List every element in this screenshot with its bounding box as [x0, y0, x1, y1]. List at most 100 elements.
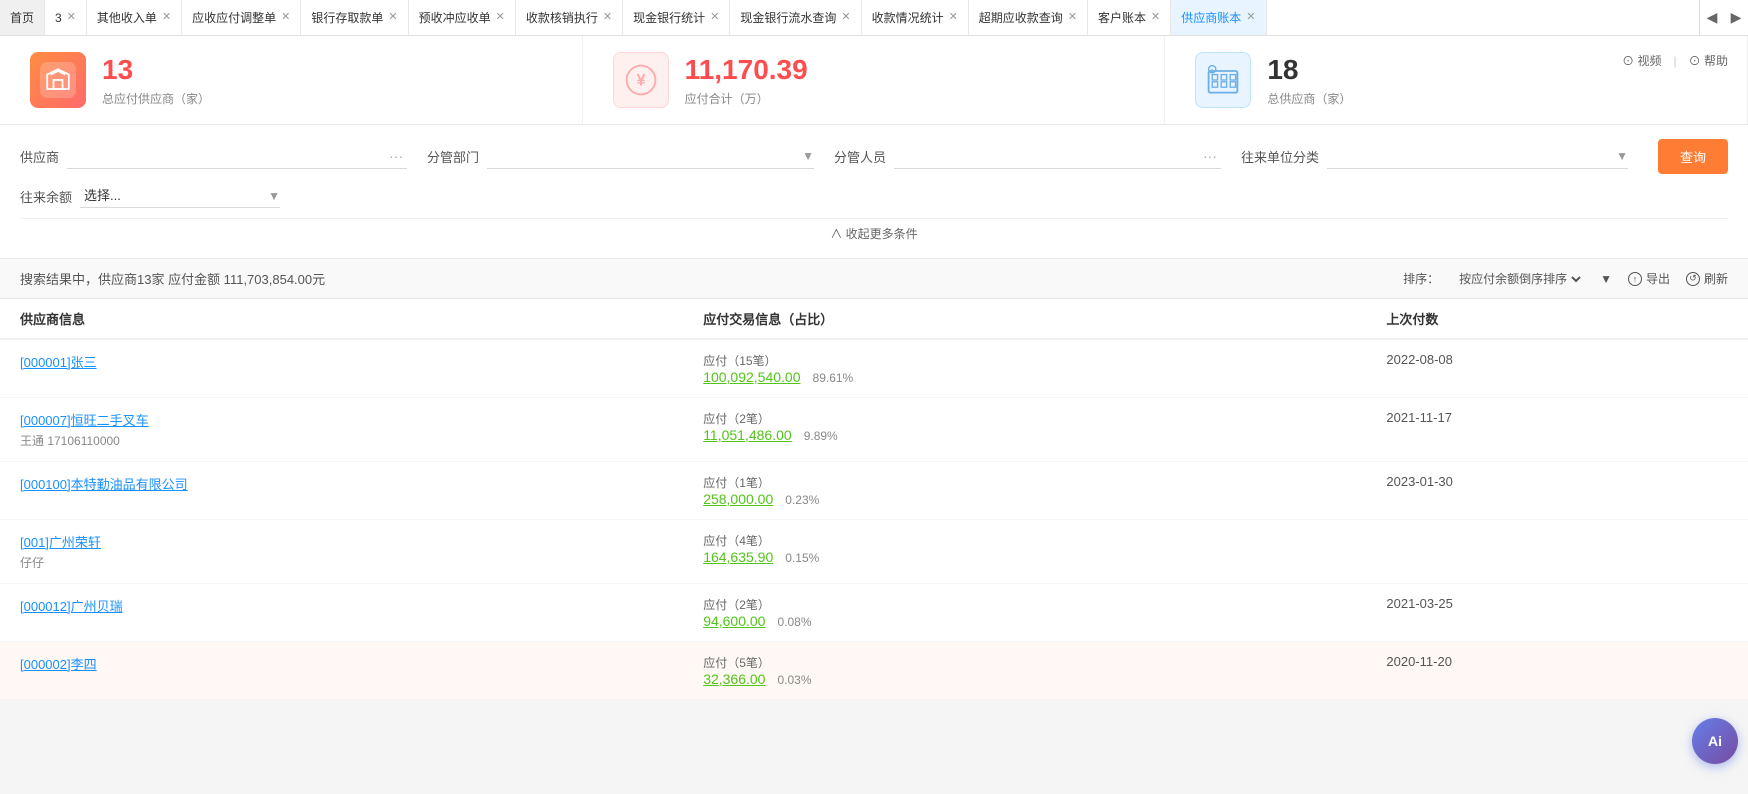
supplier-link[interactable]: [000001]张三 — [20, 355, 97, 370]
total-suppliers-value: 18 — [1267, 53, 1351, 87]
close-supplier-ledger[interactable]: ✕ — [1246, 12, 1255, 23]
video-link[interactable]: ⊙ 视频 — [1622, 52, 1661, 69]
tx-label: 应付（15笔） — [703, 352, 1386, 369]
nav-bank-deposit[interactable]: 银行存取款单 ✕ — [301, 0, 408, 35]
supplier-link[interactable]: [001]广州荣轩 — [20, 535, 101, 550]
supplier-link[interactable]: [000007]恒旺二手叉车 — [20, 413, 149, 428]
transaction-info: 应付（5笔）32,366.000.03% — [703, 654, 1386, 687]
supplier-link[interactable]: [000012]广州贝瑞 — [20, 599, 123, 614]
transaction-info: 应付（2笔）11,051,486.009.89% — [703, 410, 1386, 443]
col-header-transaction: 应付交易信息（占比） — [703, 309, 1386, 328]
close-customer-ledger[interactable]: ✕ — [1151, 12, 1160, 23]
close-cash-bank-flow[interactable]: ✕ — [841, 12, 850, 23]
transaction-info: 应付（15笔）100,092,540.00 89.61% — [703, 352, 1386, 385]
table-header: 供应商信息 应付交易信息（占比） 上次付数 — [0, 299, 1748, 340]
close-bank-deposit[interactable]: ✕ — [388, 12, 397, 23]
table-row: [000012]广州贝瑞应付（2笔）94,600.000.08%2021-03-… — [0, 584, 1748, 642]
close-ar-ap-adjust[interactable]: ✕ — [281, 12, 290, 23]
nav-overdue-query[interactable]: 超期应收款查询 ✕ — [969, 0, 1088, 35]
stat-payable-amount: ¥ 11,170.39 应付合计（万） — [583, 36, 1166, 124]
nav-cash-bank-stat[interactable]: 现金银行统计 ✕ — [623, 0, 730, 35]
stat-info-amount: 11,170.39 应付合计（万） — [685, 53, 808, 108]
person-input-wrapper: ··· — [894, 145, 1221, 169]
header-actions: ⊙ 视频 | ⊙ 帮助 — [1622, 52, 1728, 69]
header-stats: 13 总应付供应商（家） ¥ 11,170.39 应付合计（万） — [0, 36, 1748, 125]
person-input[interactable] — [894, 145, 1199, 168]
close-prepay-charge[interactable]: ✕ — [496, 12, 505, 23]
person-ellipsis-icon[interactable]: ··· — [1199, 148, 1221, 164]
total-payable-amount-value: 11,170.39 — [685, 53, 808, 87]
help-link[interactable]: ⊙ 帮助 — [1689, 52, 1728, 69]
supplier-ellipsis-icon[interactable]: ··· — [385, 148, 407, 164]
tx-amount[interactable]: 94,600.00 — [703, 613, 765, 629]
close-receipt-verify[interactable]: ✕ — [603, 12, 612, 23]
tx-amount[interactable]: 32,366.00 — [703, 671, 765, 687]
filter-dept: 分管部门 ▼ — [427, 145, 814, 169]
close-overdue-query[interactable]: ✕ — [1068, 12, 1077, 23]
stat-payable-suppliers: 13 总应付供应商（家） — [0, 36, 583, 124]
filter-balance: 往来余额 选择... ▼ — [20, 184, 280, 208]
nav-ar-ap-adjust[interactable]: 应收应付调整单 ✕ — [182, 0, 301, 35]
tx-amount[interactable]: 11,051,486.00 — [703, 427, 792, 443]
tx-amount[interactable]: 100,092,540.00 — [703, 369, 800, 385]
nav-cash-bank-flow[interactable]: 现金银行流水查询 ✕ — [730, 0, 861, 35]
filter-row-2: 往来余额 选择... ▼ — [20, 184, 1728, 208]
supplier-input[interactable] — [67, 145, 385, 168]
balance-arrow-icon: ▼ — [268, 189, 280, 203]
nav-receipt-verify[interactable]: 收款核销执行 ✕ — [516, 0, 623, 35]
stat-icon-suppliers — [30, 52, 86, 108]
balance-select[interactable]: 选择... — [80, 184, 268, 207]
close-tab3[interactable]: ✕ — [67, 12, 76, 23]
balance-select-wrapper: 选择... ▼ — [80, 184, 280, 208]
collapse-bar[interactable]: ∧ 收起更多条件 — [20, 218, 1728, 248]
nav-other-income[interactable]: 其他收入单 ✕ — [87, 0, 182, 35]
total-suppliers-label: 总供应商（家） — [1267, 90, 1351, 107]
tx-amount[interactable]: 258,000.00 — [703, 491, 773, 507]
dept-select[interactable] — [487, 145, 802, 168]
tx-percent: 0.15% — [785, 551, 819, 565]
refresh-button[interactable]: ↺ 刷新 — [1686, 270, 1728, 287]
close-receipt-stat[interactable]: ✕ — [949, 12, 958, 23]
supplier-info: [000012]广州贝瑞 — [20, 596, 703, 615]
supplier-sub-info: 王通 17106110000 — [20, 432, 703, 449]
transaction-info: 应付（1笔）258,000.000.23% — [703, 474, 1386, 507]
balance-label: 往来余额 — [20, 187, 72, 206]
table-rows: [000001]张三 应付（15笔）100,092,540.00 89.61% 202… — [0, 340, 1748, 700]
category-arrow-icon: ▼ — [1616, 149, 1628, 163]
ai-assistant-badge[interactable]: Ai — [1692, 718, 1738, 764]
export-button[interactable]: ↑ 导出 — [1628, 270, 1670, 287]
person-label: 分管人员 — [834, 147, 886, 166]
tx-percent: 89.61% — [813, 371, 854, 385]
nav-arrows: ◀ ▶ — [1699, 0, 1748, 35]
supplier-info: [000001]张三 — [20, 352, 703, 371]
supplier-link[interactable]: [000002]李四 — [20, 657, 97, 672]
total-payable-suppliers-value: 13 — [102, 53, 210, 87]
nav-prev-arrow[interactable]: ◀ — [1700, 0, 1724, 35]
sort-label: 排序： — [1403, 270, 1439, 287]
supplier-link[interactable]: [000100]本特勤油品有限公司 — [20, 477, 188, 492]
tx-label: 应付（4笔） — [703, 532, 1386, 549]
sort-select[interactable]: 按应付余额倒序排序 — [1455, 271, 1584, 287]
results-bar: 搜索结果中，供应商13家 应付金额 111,703,854.00元 排序： 按应… — [0, 259, 1748, 299]
nav-next-arrow[interactable]: ▶ — [1724, 0, 1748, 35]
nav-home[interactable]: 首页 — [0, 0, 45, 35]
last-payment-date: 2021-03-25 — [1386, 596, 1728, 611]
refresh-icon: ↺ — [1686, 272, 1700, 286]
nav-tab3[interactable]: 3 ✕ — [45, 0, 87, 35]
tx-amount[interactable]: 164,635.90 — [703, 549, 773, 565]
nav-supplier-ledger[interactable]: 供应商账本 ✕ — [1171, 0, 1266, 35]
stat-info-total-suppliers: 18 总供应商（家） — [1267, 53, 1351, 108]
query-button[interactable]: 查询 — [1658, 139, 1728, 174]
col-header-last-payment: 上次付数 — [1386, 309, 1728, 328]
top-navigation: 首页 3 ✕ 其他收入单 ✕ 应收应付调整单 ✕ 银行存取款单 ✕ 预收冲应收单… — [0, 0, 1748, 36]
nav-receipt-stat[interactable]: 收款情况统计 ✕ — [862, 0, 969, 35]
nav-customer-ledger[interactable]: 客户账本 ✕ — [1088, 0, 1171, 35]
table-row: [000007]恒旺二手叉车王通 17106110000应付（2笔）11,051… — [0, 398, 1748, 462]
stat-total-suppliers: 18 总供应商（家） — [1165, 36, 1748, 124]
nav-prepay-charge[interactable]: 预收冲应收单 ✕ — [409, 0, 516, 35]
export-icon: ↑ — [1628, 272, 1642, 286]
table-scroll: [000001]张三 应付（15笔）100,092,540.00 89.61% 202… — [0, 340, 1748, 700]
category-select[interactable] — [1327, 145, 1616, 168]
close-cash-bank-stat[interactable]: ✕ — [710, 12, 719, 23]
close-other-income[interactable]: ✕ — [162, 12, 171, 23]
